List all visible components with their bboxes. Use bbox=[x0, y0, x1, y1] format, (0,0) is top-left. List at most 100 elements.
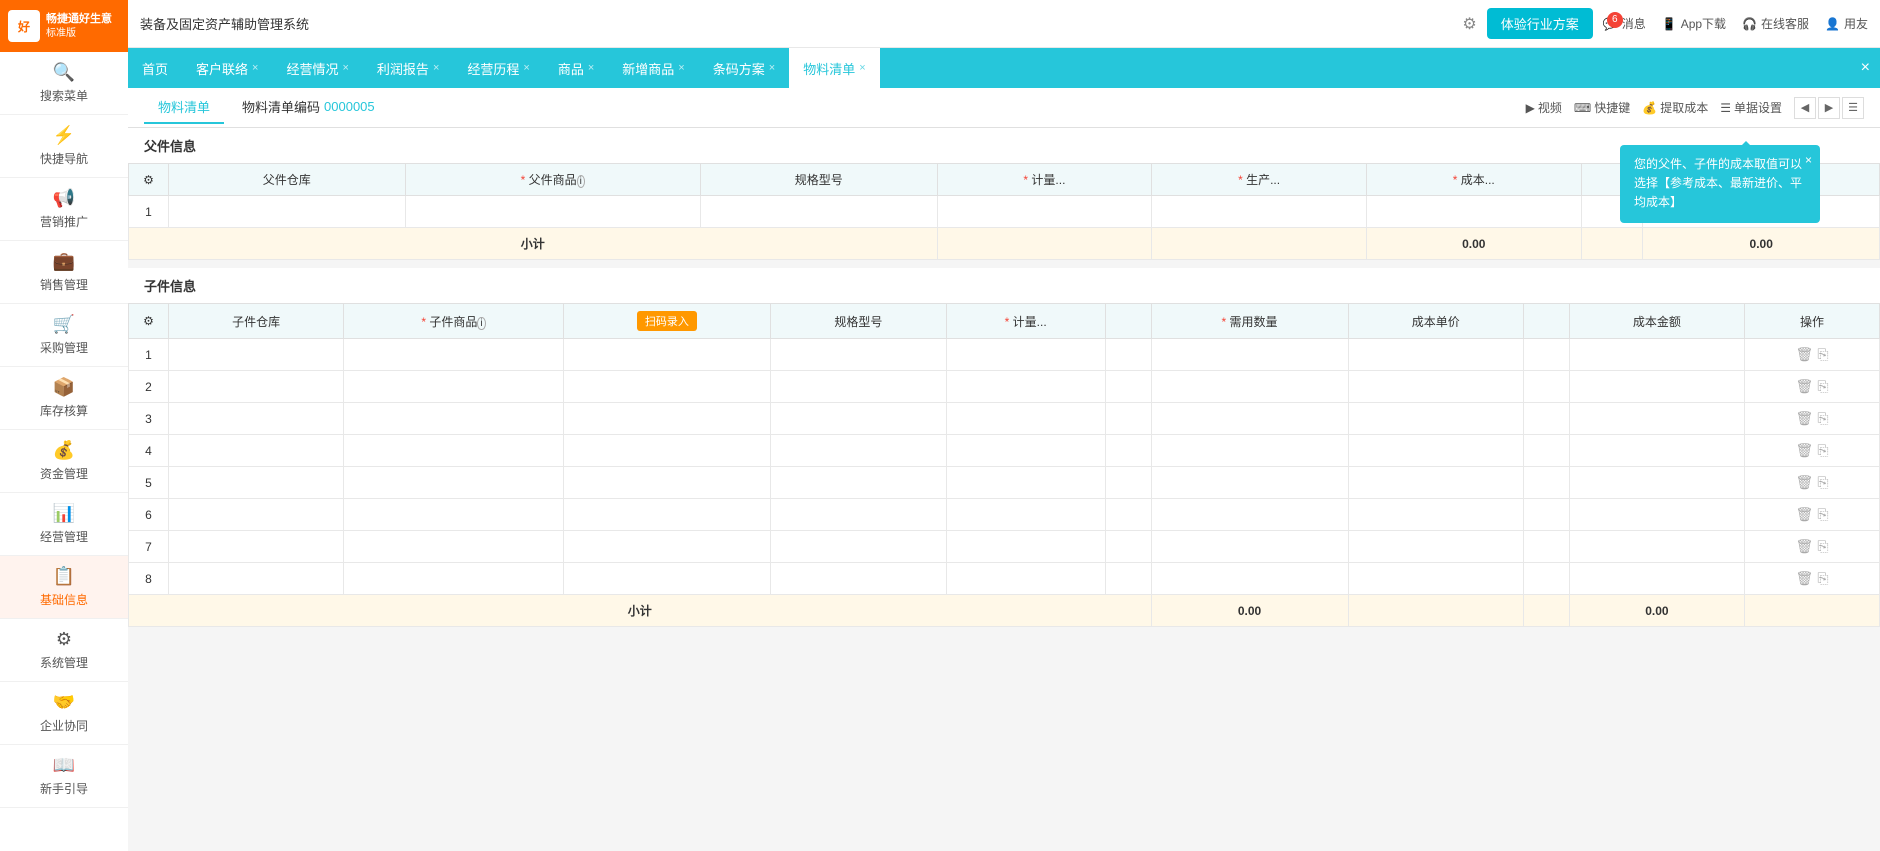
col-scan[interactable]: 扫码录入 bbox=[563, 304, 771, 339]
child-warehouse-5[interactable] bbox=[169, 499, 344, 531]
child-scan-cell-6[interactable] bbox=[563, 531, 771, 563]
nav-tab-close-6[interactable]: × bbox=[678, 62, 684, 74]
child-product-5[interactable] bbox=[344, 499, 563, 531]
child-warehouse-2[interactable] bbox=[169, 403, 344, 435]
child-scan-cell-4[interactable] bbox=[563, 467, 771, 499]
child-unit-cost-6[interactable] bbox=[1348, 531, 1523, 563]
child-qty-0[interactable] bbox=[946, 339, 1105, 371]
delete-icon-2[interactable]: 🗑 bbox=[1796, 410, 1814, 427]
delete-icon-0[interactable]: 🗑 bbox=[1796, 346, 1814, 363]
next-arrow[interactable]: ▶ bbox=[1818, 97, 1840, 119]
child-scan-cell-1[interactable] bbox=[563, 371, 771, 403]
child-needed-qty-0[interactable] bbox=[1151, 339, 1348, 371]
child-spec-0[interactable] bbox=[771, 339, 946, 371]
copy-icon-2[interactable]: ⎘ bbox=[1817, 410, 1828, 427]
delete-icon-4[interactable]: 🗑 bbox=[1796, 474, 1814, 491]
child-unit-cost-1[interactable] bbox=[1348, 371, 1523, 403]
delete-icon-3[interactable]: 🗑 bbox=[1796, 442, 1814, 459]
copy-icon-3[interactable]: ⎘ bbox=[1817, 442, 1828, 459]
copy-icon-7[interactable]: ⎘ bbox=[1817, 570, 1828, 587]
child-spec-6[interactable] bbox=[771, 531, 946, 563]
sidebar-item-10[interactable]: 🤝企业协同 bbox=[0, 682, 128, 745]
receipt-settings-action[interactable]: ☰ 单据设置 bbox=[1720, 99, 1782, 116]
child-spec-5[interactable] bbox=[771, 499, 946, 531]
nav-tab-close-7[interactable]: × bbox=[769, 62, 775, 74]
sidebar-item-2[interactable]: 📢营销推广 bbox=[0, 178, 128, 241]
tab-wuliao-code[interactable]: 物料清单编码 0000005 bbox=[228, 91, 389, 124]
nav-tab-1[interactable]: 客户联络× bbox=[182, 48, 272, 88]
child-scan-cell-5[interactable] bbox=[563, 499, 771, 531]
shortcut-action[interactable]: ⌨ 快捷键 bbox=[1574, 99, 1630, 116]
experience-button[interactable]: 体验行业方案 bbox=[1487, 8, 1593, 39]
nav-tab-close-8[interactable]: × bbox=[859, 62, 865, 74]
delete-icon-5[interactable]: 🗑 bbox=[1796, 506, 1814, 523]
nav-tab-0[interactable]: 首页 bbox=[128, 48, 182, 88]
child-needed-qty-5[interactable] bbox=[1151, 499, 1348, 531]
child-qty-6[interactable] bbox=[946, 531, 1105, 563]
child-warehouse-1[interactable] bbox=[169, 371, 344, 403]
child-product-4[interactable] bbox=[344, 467, 563, 499]
child-spec-2[interactable] bbox=[771, 403, 946, 435]
child-product-2[interactable] bbox=[344, 403, 563, 435]
child-unit-cost-7[interactable] bbox=[1348, 563, 1523, 595]
video-action[interactable]: ▶ 视频 bbox=[1526, 99, 1562, 116]
child-spec-1[interactable] bbox=[771, 371, 946, 403]
extract-cost-action[interactable]: 💰 提取成本 bbox=[1642, 99, 1708, 116]
messages-action[interactable]: 💬 6 消息 bbox=[1603, 15, 1646, 32]
nav-tab-close-3[interactable]: × bbox=[433, 62, 439, 74]
delete-icon-1[interactable]: 🗑 bbox=[1796, 378, 1814, 395]
child-scan-cell-0[interactable] bbox=[563, 339, 771, 371]
tooltip-close-button[interactable]: × bbox=[1805, 151, 1812, 170]
nav-tab-4[interactable]: 经营历程× bbox=[453, 48, 543, 88]
user-action[interactable]: 👤 用友 bbox=[1825, 15, 1868, 32]
child-warehouse-4[interactable] bbox=[169, 467, 344, 499]
child-unit-cost-2[interactable] bbox=[1348, 403, 1523, 435]
child-spec-3[interactable] bbox=[771, 435, 946, 467]
menu-arrow[interactable]: ☰ bbox=[1842, 97, 1864, 119]
sidebar-item-6[interactable]: 💰资金管理 bbox=[0, 430, 128, 493]
child-warehouse-7[interactable] bbox=[169, 563, 344, 595]
cell-spec[interactable] bbox=[701, 196, 938, 228]
sidebar-item-9[interactable]: ⚙系统管理 bbox=[0, 619, 128, 682]
delete-icon-7[interactable]: 🗑 bbox=[1796, 570, 1814, 587]
child-product-6[interactable] bbox=[344, 531, 563, 563]
child-needed-qty-3[interactable] bbox=[1151, 435, 1348, 467]
child-warehouse-3[interactable] bbox=[169, 435, 344, 467]
child-unit-cost-4[interactable] bbox=[1348, 467, 1523, 499]
child-scan-cell-2[interactable] bbox=[563, 403, 771, 435]
child-needed-qty-2[interactable] bbox=[1151, 403, 1348, 435]
child-scan-cell-3[interactable] bbox=[563, 435, 771, 467]
child-unit-cost-0[interactable] bbox=[1348, 339, 1523, 371]
child-needed-qty-4[interactable] bbox=[1151, 467, 1348, 499]
child-unit-cost-3[interactable] bbox=[1348, 435, 1523, 467]
nav-tab-close-5[interactable]: × bbox=[588, 62, 594, 74]
sidebar-item-7[interactable]: 📊经营管理 bbox=[0, 493, 128, 556]
child-spec-4[interactable] bbox=[771, 467, 946, 499]
nav-tab-3[interactable]: 利润报告× bbox=[363, 48, 453, 88]
copy-icon-6[interactable]: ⎘ bbox=[1817, 538, 1828, 555]
copy-icon-1[interactable]: ⎘ bbox=[1817, 378, 1828, 395]
child-warehouse-6[interactable] bbox=[169, 531, 344, 563]
child-warehouse-0[interactable] bbox=[169, 339, 344, 371]
close-all-button[interactable]: × bbox=[1851, 59, 1880, 77]
cell-parent-product[interactable] bbox=[405, 196, 701, 228]
child-qty-4[interactable] bbox=[946, 467, 1105, 499]
sidebar-item-8[interactable]: 📋基础信息 bbox=[0, 556, 128, 619]
child-needed-qty-6[interactable] bbox=[1151, 531, 1348, 563]
cell-parent-warehouse[interactable] bbox=[169, 196, 406, 228]
nav-tab-close-2[interactable]: × bbox=[342, 62, 348, 74]
child-scan-cell-7[interactable] bbox=[563, 563, 771, 595]
child-product-1[interactable] bbox=[344, 371, 563, 403]
child-product-0[interactable] bbox=[344, 339, 563, 371]
nav-tab-8[interactable]: 物料清单× bbox=[789, 48, 879, 88]
nav-tab-5[interactable]: 商品× bbox=[544, 48, 608, 88]
col-setting-child[interactable]: ⚙ bbox=[129, 304, 169, 339]
child-product-7[interactable] bbox=[344, 563, 563, 595]
copy-icon-0[interactable]: ⎘ bbox=[1817, 346, 1828, 363]
scan-button[interactable]: 扫码录入 bbox=[637, 311, 697, 331]
child-needed-qty-1[interactable] bbox=[1151, 371, 1348, 403]
sidebar-item-5[interactable]: 📦库存核算 bbox=[0, 367, 128, 430]
settings-button[interactable]: ⚙ bbox=[1462, 14, 1476, 34]
col-setting-parent[interactable]: ⚙ bbox=[129, 164, 169, 196]
child-needed-qty-7[interactable] bbox=[1151, 563, 1348, 595]
